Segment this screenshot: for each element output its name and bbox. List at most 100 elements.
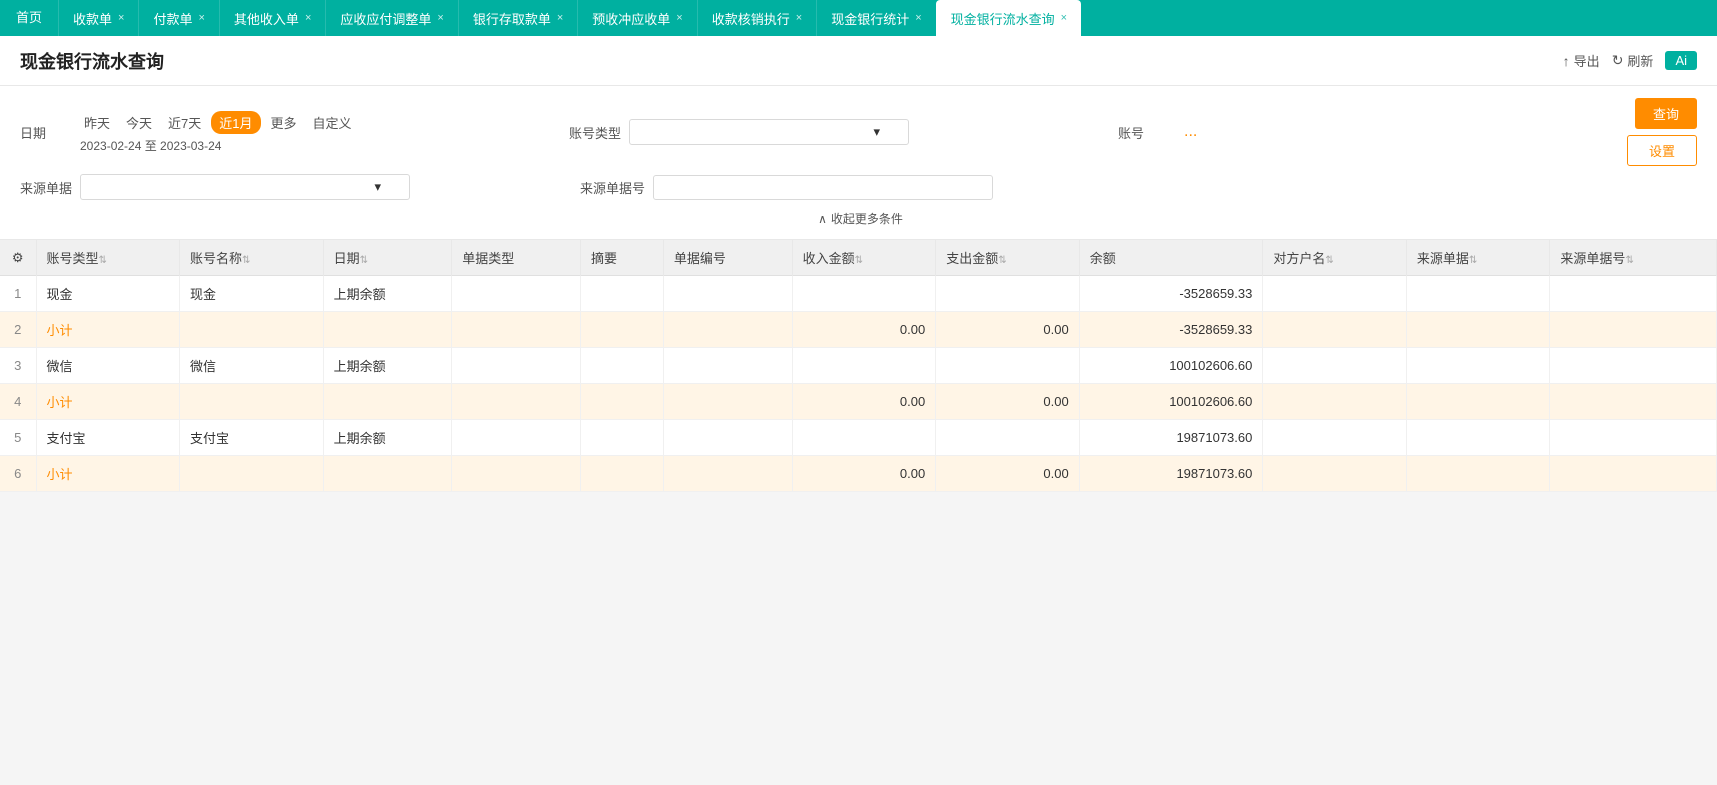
cell-account-type: 小计 bbox=[36, 456, 180, 492]
close-icon[interactable]: × bbox=[676, 12, 682, 24]
sort-icon bbox=[998, 251, 1006, 266]
cell-counterpart bbox=[1263, 348, 1407, 384]
cell-summary bbox=[581, 312, 664, 348]
refresh-button[interactable]: ↻ 刷新 bbox=[1612, 51, 1654, 70]
filter-area: 日期 昨天 今天 近7天 近1月 更多 自定义 2023-02-24 至 202… bbox=[0, 86, 1717, 240]
cell-income: 0.00 bbox=[792, 456, 936, 492]
cell-date bbox=[323, 384, 452, 420]
cell-balance: 19871073.60 bbox=[1079, 420, 1263, 456]
nav-tab-shoukuandan[interactable]: 收款单 × bbox=[58, 0, 138, 36]
nav-tab-fukuandan[interactable]: 付款单 × bbox=[138, 0, 218, 36]
cell-account-name: 支付宝 bbox=[180, 420, 324, 456]
nav-tab-xianjinyinhangtongjitable[interactable]: 现金银行统计 × bbox=[816, 0, 935, 36]
account-type-select[interactable] bbox=[629, 119, 909, 145]
source-doc-no-input[interactable] bbox=[653, 175, 993, 200]
cell-doc-no bbox=[663, 384, 792, 420]
export-button[interactable]: ↑ 导出 bbox=[1563, 51, 1600, 70]
cell-account-type: 现金 bbox=[36, 276, 180, 312]
sort-icon bbox=[242, 251, 250, 266]
cell-source-doc-no bbox=[1550, 456, 1717, 492]
table-header-row: ⚙ 账号类型 账号名称 日期 单据类型 摘要 单据编号 收入金额 支出金额 余额… bbox=[0, 240, 1717, 276]
date-opt-1month[interactable]: 近1月 bbox=[211, 111, 260, 134]
cell-account-name bbox=[180, 456, 324, 492]
table-row[interactable]: 1现金现金上期余额-3528659.33 bbox=[0, 276, 1717, 312]
table-row[interactable]: 6小计0.000.0019871073.60 bbox=[0, 456, 1717, 492]
close-icon[interactable]: × bbox=[557, 12, 563, 24]
nav-tab-shoukuanhesuozhixing[interactable]: 收款核销执行 × bbox=[697, 0, 816, 36]
date-opt-custom[interactable]: 自定义 bbox=[307, 111, 358, 134]
column-income[interactable]: 收入金额 bbox=[792, 240, 936, 276]
sort-icon bbox=[99, 251, 107, 266]
column-account-type[interactable]: 账号类型 bbox=[36, 240, 180, 276]
cell-summary bbox=[581, 456, 664, 492]
close-icon[interactable]: × bbox=[1061, 12, 1067, 24]
ai-button[interactable]: Ai bbox=[1665, 51, 1697, 70]
column-summary: 摘要 bbox=[581, 240, 664, 276]
query-button[interactable]: 查询 bbox=[1635, 98, 1697, 129]
cell-expense bbox=[936, 348, 1080, 384]
close-icon[interactable]: × bbox=[437, 12, 443, 24]
close-icon[interactable]: × bbox=[118, 12, 124, 24]
source-doc-section: 来源单据 bbox=[20, 174, 540, 200]
nav-tab-yinhangcunqukuan[interactable]: 银行存取款单 × bbox=[458, 0, 577, 36]
date-opt-more[interactable]: 更多 bbox=[265, 111, 303, 134]
close-icon[interactable]: × bbox=[305, 12, 311, 24]
nav-tab-xianjinyinhangliushuichaxun[interactable]: 现金银行流水查询 × bbox=[936, 0, 1081, 36]
close-icon[interactable]: × bbox=[915, 12, 921, 24]
table-row[interactable]: 2小计0.000.00-3528659.33 bbox=[0, 312, 1717, 348]
cell-summary bbox=[581, 384, 664, 420]
column-source-doc[interactable]: 来源单据 bbox=[1406, 240, 1550, 276]
account-type-label: 账号类型 bbox=[569, 123, 621, 142]
cell-doc-no bbox=[663, 312, 792, 348]
page-title: 现金银行流水查询 bbox=[20, 48, 164, 74]
data-table: ⚙ 账号类型 账号名称 日期 单据类型 摘要 单据编号 收入金额 支出金额 余额… bbox=[0, 240, 1717, 492]
cell-source-doc-no bbox=[1550, 420, 1717, 456]
row-number: 6 bbox=[0, 456, 36, 492]
account-dots[interactable]: ... bbox=[1184, 123, 1197, 141]
cell-account-type: 小计 bbox=[36, 312, 180, 348]
cell-doc-type bbox=[452, 276, 581, 312]
column-gear[interactable]: ⚙ bbox=[0, 240, 36, 276]
close-icon[interactable]: × bbox=[198, 12, 204, 24]
cell-doc-type bbox=[452, 420, 581, 456]
nav-home[interactable]: 首页 bbox=[0, 0, 58, 36]
column-counterpart[interactable]: 对方户名 bbox=[1263, 240, 1407, 276]
cell-income bbox=[792, 276, 936, 312]
source-doc-select[interactable] bbox=[80, 174, 410, 200]
account-type-section: 账号类型 bbox=[569, 119, 1078, 145]
nav-tab-qitashourudan[interactable]: 其他收入单 × bbox=[219, 0, 325, 36]
date-opt-today[interactable]: 今天 bbox=[120, 111, 158, 134]
cell-source-doc bbox=[1406, 312, 1550, 348]
cell-source-doc-no bbox=[1550, 348, 1717, 384]
table-row[interactable]: 3微信微信上期余额100102606.60 bbox=[0, 348, 1717, 384]
account-label: 账号 bbox=[1118, 123, 1168, 142]
row-number: 4 bbox=[0, 384, 36, 420]
column-account-name[interactable]: 账号名称 bbox=[180, 240, 324, 276]
nav-tab-yingshouyingfutiaozheng[interactable]: 应收应付调整单 × bbox=[325, 0, 457, 36]
column-date[interactable]: 日期 bbox=[323, 240, 452, 276]
cell-account-name bbox=[180, 312, 324, 348]
close-icon[interactable]: × bbox=[796, 12, 802, 24]
date-opt-7days[interactable]: 近7天 bbox=[162, 111, 207, 134]
collapse-bar[interactable]: ∧ 收起更多条件 bbox=[20, 208, 1697, 229]
column-source-doc-no[interactable]: 来源单据号 bbox=[1550, 240, 1717, 276]
cell-counterpart bbox=[1263, 456, 1407, 492]
date-opt-yesterday[interactable]: 昨天 bbox=[78, 111, 116, 134]
table-row[interactable]: 5支付宝支付宝上期余额19871073.60 bbox=[0, 420, 1717, 456]
sort-icon bbox=[1325, 251, 1333, 266]
column-expense[interactable]: 支出金额 bbox=[936, 240, 1080, 276]
action-buttons: 查询 设置 bbox=[1627, 98, 1697, 166]
cell-expense: 0.00 bbox=[936, 312, 1080, 348]
export-icon: ↑ bbox=[1563, 53, 1570, 69]
row-number: 1 bbox=[0, 276, 36, 312]
cell-income bbox=[792, 420, 936, 456]
cell-doc-no bbox=[663, 420, 792, 456]
cell-expense: 0.00 bbox=[936, 456, 1080, 492]
settings-button[interactable]: 设置 bbox=[1627, 135, 1697, 166]
table-row[interactable]: 4小计0.000.00100102606.60 bbox=[0, 384, 1717, 420]
cell-doc-no bbox=[663, 456, 792, 492]
cell-account-type: 小计 bbox=[36, 384, 180, 420]
sort-icon bbox=[855, 251, 863, 266]
nav-tab-yushouchongyingshou[interactable]: 预收冲应收单 × bbox=[577, 0, 696, 36]
source-doc-label: 来源单据 bbox=[20, 178, 72, 197]
